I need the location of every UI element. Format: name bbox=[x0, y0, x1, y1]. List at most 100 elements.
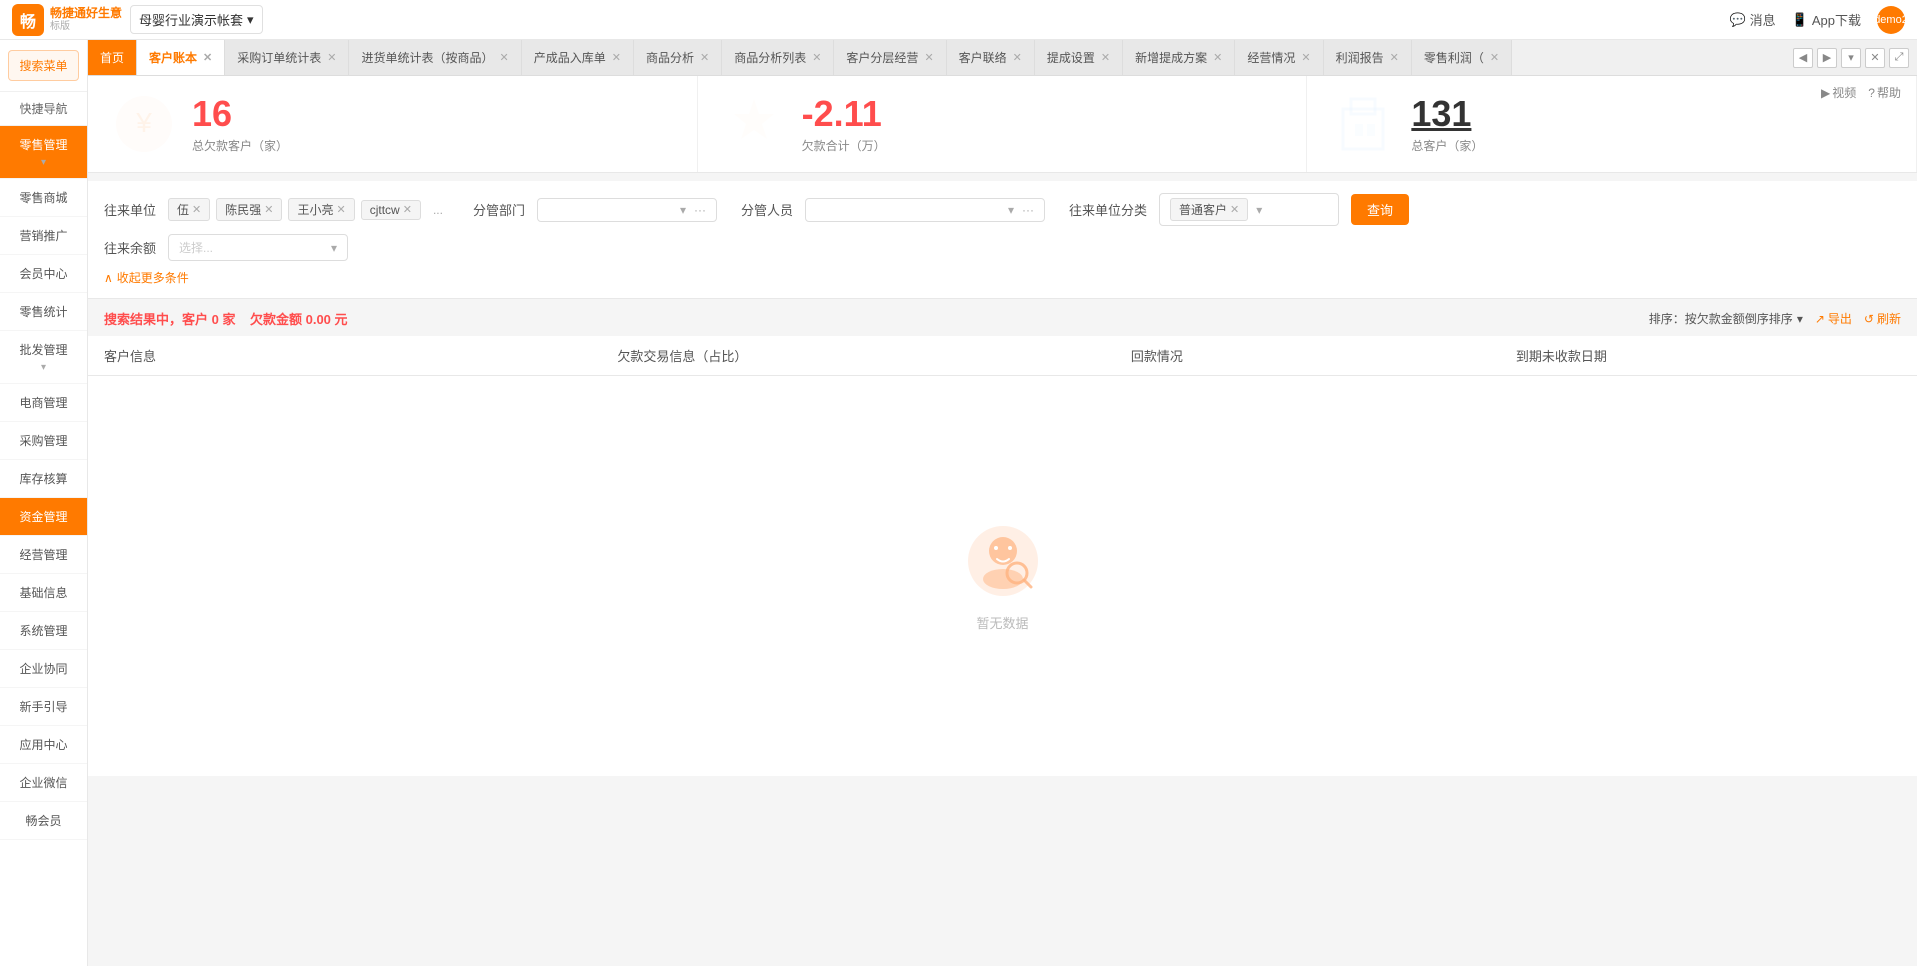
filter-tag-3[interactable]: 王小亮 ✕ bbox=[288, 198, 354, 221]
avatar[interactable]: demo2 bbox=[1877, 6, 1905, 34]
tab-customer-accounts[interactable]: 客户账本 ✕ bbox=[137, 40, 225, 76]
top-bar-right: 💬 消息 📱 App下载 demo2 bbox=[1729, 6, 1905, 34]
expand-icon: ▾ bbox=[41, 157, 46, 168]
remove-tag-icon[interactable]: ✕ bbox=[264, 203, 273, 216]
sidebar-item-ops[interactable]: 经营管理 bbox=[0, 536, 87, 574]
message-btn[interactable]: 💬 消息 bbox=[1729, 10, 1775, 29]
col-due-date: 到期未收款日期 bbox=[1516, 346, 1901, 365]
tab-close-icon[interactable]: ✕ bbox=[700, 51, 709, 64]
tab-goods-analysis[interactable]: 商品分析 ✕ bbox=[634, 40, 722, 76]
filter-row-1: 往来单位 伍 ✕ 陈民强 ✕ 王小亮 ✕ bbox=[104, 193, 1901, 226]
table-body: 暂无数据 bbox=[88, 376, 1917, 776]
help-btn[interactable]: ? 帮助 bbox=[1868, 84, 1901, 101]
sidebar-item-new-guide[interactable]: 新手引导 bbox=[0, 688, 87, 726]
sidebar-item-basic[interactable]: 基础信息 bbox=[0, 574, 87, 612]
sidebar-item-wholesale[interactable]: 批发管理 ▾ bbox=[0, 331, 87, 384]
content-area: 首页 客户账本 ✕ 采购订单统计表 ✕ 进货单统计表（按商品） ✕ 产成品入库单… bbox=[88, 40, 1917, 966]
tab-customer-contact[interactable]: 客户联络 ✕ bbox=[947, 40, 1035, 76]
tab-close-all-btn[interactable]: ✕ bbox=[1865, 48, 1885, 68]
tab-close-icon[interactable]: ✕ bbox=[500, 51, 509, 64]
category-select[interactable]: 普通客户 ✕ ▾ bbox=[1159, 193, 1339, 226]
export-btn[interactable]: ↗ 导出 bbox=[1815, 310, 1852, 327]
quick-nav-btn[interactable]: 快捷导航 bbox=[0, 92, 87, 126]
col-customer-info: 客户信息 bbox=[104, 346, 617, 365]
sidebar-item-retail-stats[interactable]: 零售统计 bbox=[0, 293, 87, 331]
tab-close-icon[interactable]: ✕ bbox=[924, 51, 933, 64]
sidebar-item-member[interactable]: 会员中心 bbox=[0, 255, 87, 293]
tab-home[interactable]: 首页 bbox=[88, 40, 137, 76]
filter-tag-1[interactable]: 伍 ✕ bbox=[168, 198, 210, 221]
sidebar-item-retail-mgmt[interactable]: 零售管理 ▾ bbox=[0, 126, 87, 179]
sidebar-item-enterprise[interactable]: 企业协同 bbox=[0, 650, 87, 688]
sort-selector[interactable]: 排序：按欠款金额倒序排序 ▾ bbox=[1649, 310, 1803, 327]
tab-menu-btn[interactable]: ▾ bbox=[1841, 48, 1861, 68]
person-select[interactable]: ▾ ··· bbox=[805, 198, 1045, 222]
tab-close-icon[interactable]: ✕ bbox=[327, 51, 336, 64]
tab-close-icon[interactable]: ✕ bbox=[1013, 51, 1022, 64]
tab-close-icon[interactable]: ✕ bbox=[812, 51, 821, 64]
tab-close-icon[interactable]: ✕ bbox=[203, 51, 212, 64]
tab-biz-status[interactable]: 经营情况 ✕ bbox=[1235, 40, 1323, 76]
remove-category-icon[interactable]: ✕ bbox=[1230, 203, 1239, 216]
col-repayment: 回款情况 bbox=[1131, 346, 1516, 365]
remove-tag-icon[interactable]: ✕ bbox=[337, 203, 346, 216]
sidebar-item-inventory[interactable]: 库存核算 bbox=[0, 460, 87, 498]
sidebar-item-marketing[interactable]: 营销推广 bbox=[0, 217, 87, 255]
chevron-down-icon: ▾ bbox=[1008, 203, 1014, 217]
tab-retail-profit[interactable]: 零售利润（ ✕ bbox=[1412, 40, 1512, 76]
dept-label: 分管部门 bbox=[473, 200, 525, 219]
sidebar-item-app-center[interactable]: 应用中心 bbox=[0, 726, 87, 764]
tab-goods-list[interactable]: 商品分析列表 ✕ bbox=[722, 40, 834, 76]
tab-close-icon[interactable]: ✕ bbox=[1101, 51, 1110, 64]
tab-maximize-btn[interactable]: ⤢ bbox=[1889, 48, 1909, 68]
table-header: 客户信息 欠款交易信息（占比） 回款情况 到期未收款日期 bbox=[88, 336, 1917, 376]
message-icon: 💬 bbox=[1729, 12, 1745, 28]
data-table: 客户信息 欠款交易信息（占比） 回款情况 到期未收款日期 bbox=[88, 336, 1917, 776]
sidebar-item-retail-mall[interactable]: 零售商城 bbox=[0, 179, 87, 217]
category-tag[interactable]: 普通客户 ✕ bbox=[1170, 198, 1248, 221]
tab-profit-report[interactable]: 利润报告 ✕ bbox=[1324, 40, 1412, 76]
query-btn[interactable]: 查询 bbox=[1351, 194, 1409, 225]
tab-close-icon[interactable]: ✕ bbox=[1490, 51, 1499, 64]
filter-tag-2[interactable]: 陈民强 ✕ bbox=[216, 198, 282, 221]
remain-select[interactable]: 选择... ▾ bbox=[168, 234, 348, 261]
total-debt-customers: 16 bbox=[192, 94, 288, 134]
tab-bar: 首页 客户账本 ✕ 采购订单统计表 ✕ 进货单统计表（按商品） ✕ 产成品入库单… bbox=[88, 40, 1917, 76]
sidebar-item-vip[interactable]: 畅会员 bbox=[0, 802, 87, 840]
expand-icon2: ▾ bbox=[41, 362, 46, 373]
tab-close-icon[interactable]: ✕ bbox=[612, 51, 621, 64]
dept-select[interactable]: ▾ ··· bbox=[537, 198, 717, 222]
tab-goods-stats[interactable]: 进货单统计表（按商品） ✕ bbox=[349, 40, 521, 76]
tab-close-icon[interactable]: ✕ bbox=[1390, 51, 1399, 64]
refresh-btn[interactable]: ↺ 刷新 bbox=[1864, 310, 1901, 327]
tab-close-icon[interactable]: ✕ bbox=[1213, 51, 1222, 64]
tab-product-stock[interactable]: 产成品入库单 ✕ bbox=[522, 40, 634, 76]
chevron-down-icon: ▾ bbox=[331, 241, 337, 255]
search-menu-btn[interactable]: 搜索菜单 bbox=[8, 50, 79, 81]
tab-nav: ◀ ▶ ▾ ✕ ⤢ bbox=[1785, 48, 1917, 68]
sidebar-item-wechat[interactable]: 企业微信 bbox=[0, 764, 87, 802]
tab-purchase-orders[interactable]: 采购订单统计表 ✕ bbox=[225, 40, 349, 76]
remove-tag-icon[interactable]: ✕ bbox=[403, 203, 412, 216]
total-customers: 131 bbox=[1411, 94, 1483, 134]
sidebar-item-ecommerce[interactable]: 电商管理 bbox=[0, 384, 87, 422]
filter-tag-4[interactable]: cjttcw ✕ bbox=[361, 200, 421, 220]
video-btn[interactable]: ▶ 视频 bbox=[1821, 84, 1856, 101]
empty-illustration bbox=[963, 521, 1043, 601]
sidebar-item-finance[interactable]: 资金管理 bbox=[0, 498, 87, 536]
sidebar-item-purchase[interactable]: 采购管理 bbox=[0, 422, 87, 460]
tab-new-tips[interactable]: 新增提成方案 ✕ bbox=[1123, 40, 1235, 76]
tab-next-btn[interactable]: ▶ bbox=[1817, 48, 1837, 68]
logo-area: 畅 畅捷通好生意 标版 bbox=[12, 4, 122, 36]
sidebar-item-sys[interactable]: 系统管理 bbox=[0, 612, 87, 650]
app-download-btn[interactable]: 📱 App下载 bbox=[1792, 10, 1861, 29]
remove-tag-icon[interactable]: ✕ bbox=[192, 203, 201, 216]
chevron-up-icon: ∧ bbox=[104, 271, 113, 285]
tab-tips-settings[interactable]: 提成设置 ✕ bbox=[1035, 40, 1123, 76]
tab-prev-btn[interactable]: ◀ bbox=[1793, 48, 1813, 68]
org-selector[interactable]: 母婴行业演示帐套 ▾ bbox=[130, 5, 263, 34]
more-tags-btn[interactable]: ... bbox=[427, 201, 449, 219]
tab-customer-tier[interactable]: 客户分层经营 ✕ bbox=[834, 40, 946, 76]
collapse-btn[interactable]: ∧ 收起更多条件 bbox=[104, 269, 1901, 286]
tab-close-icon[interactable]: ✕ bbox=[1301, 51, 1310, 64]
